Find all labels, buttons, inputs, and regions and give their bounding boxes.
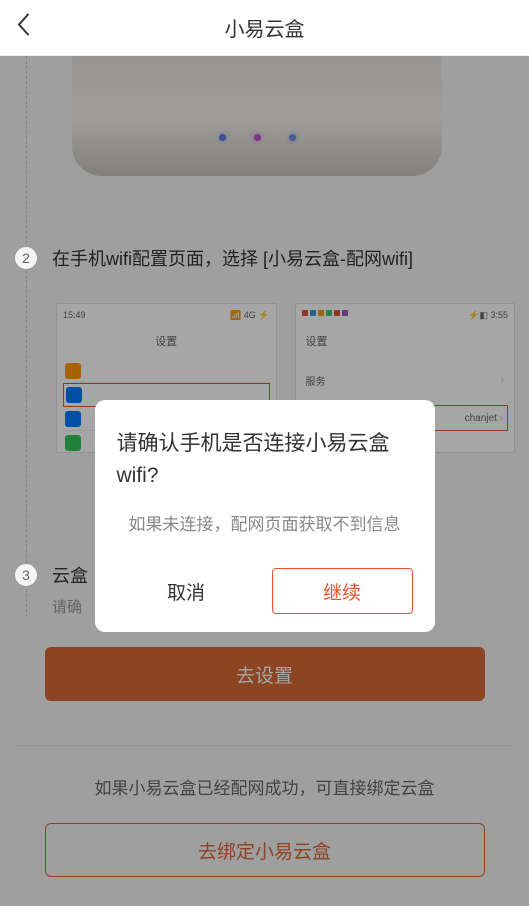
step-number: 3 — [14, 563, 38, 587]
confirm-dialog: 请确认手机是否连接小易云盒wifi? 如果未连接，配网页面获取不到信息 取消 继… — [95, 400, 435, 632]
header: 小易云盒 — [0, 0, 529, 56]
back-icon[interactable] — [16, 12, 30, 43]
dialog-title: 请确认手机是否连接小易云盒wifi? — [117, 428, 413, 491]
cancel-button[interactable]: 取消 — [117, 568, 256, 614]
confirm-button[interactable]: 继续 — [272, 568, 413, 614]
page-title: 小易云盒 — [0, 13, 529, 42]
dialog-message: 如果未连接，配网页面获取不到信息 — [117, 511, 413, 538]
step-number: 2 — [14, 246, 38, 270]
